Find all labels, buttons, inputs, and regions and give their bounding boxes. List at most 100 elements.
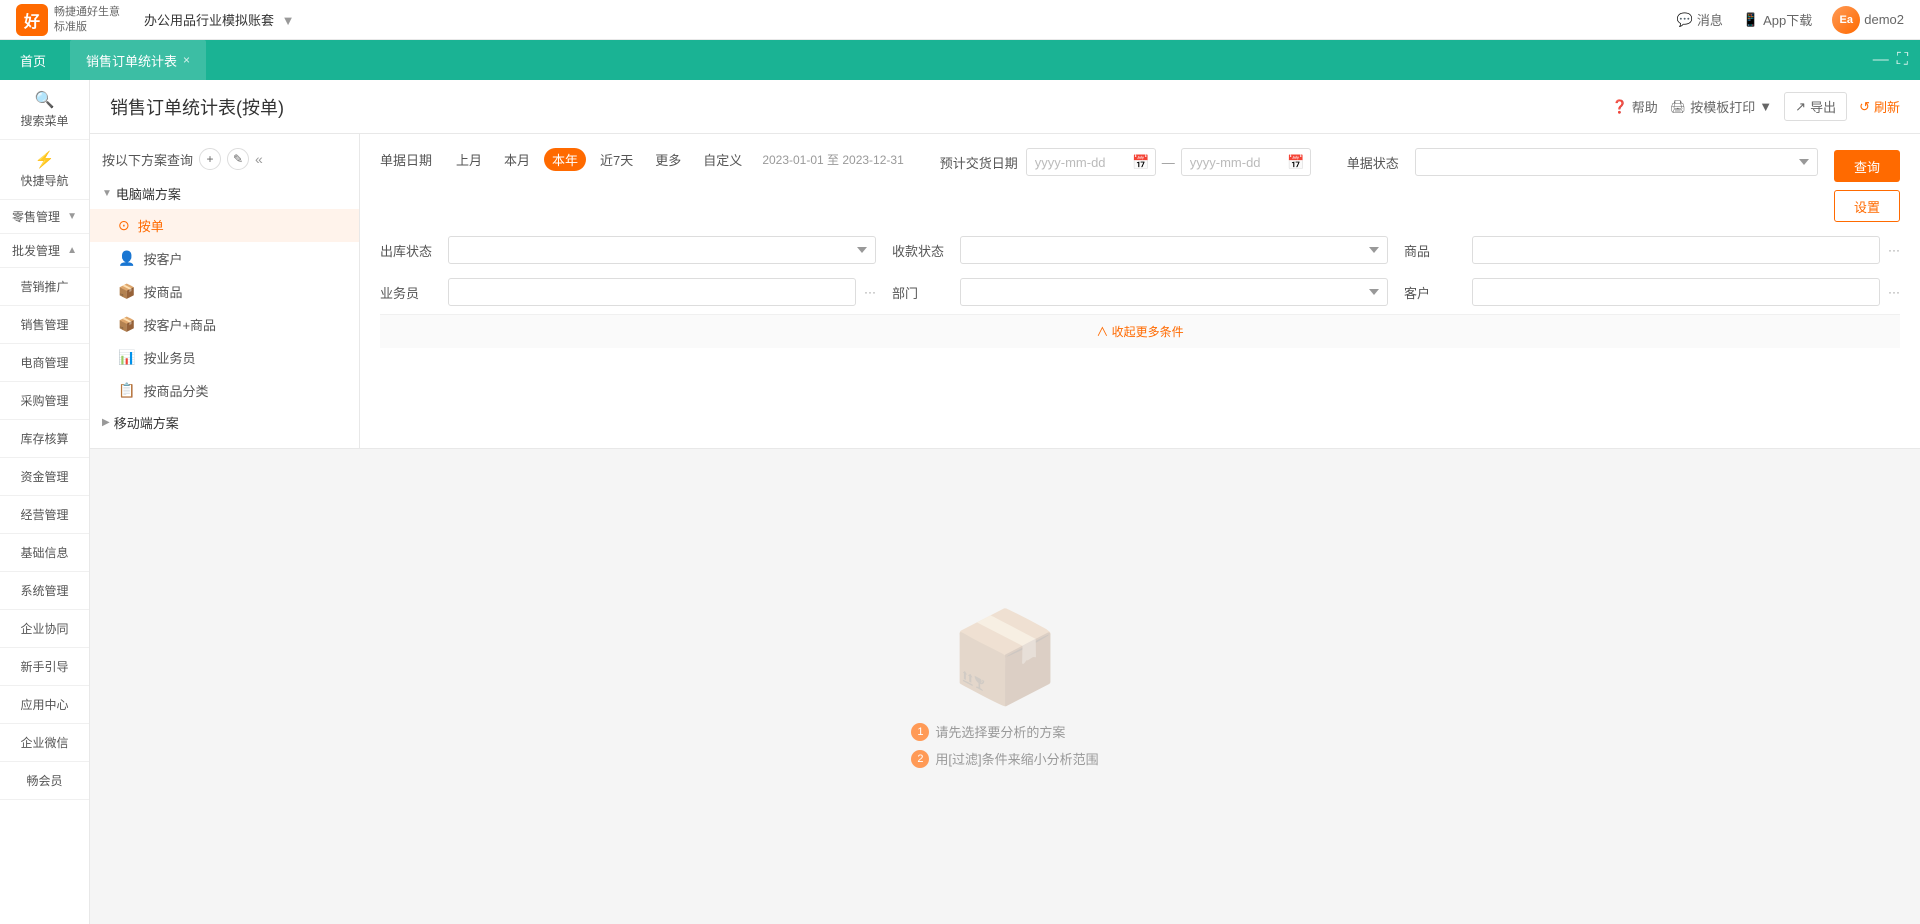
sidebar-item-sales[interactable]: 销售管理 — [0, 306, 89, 344]
right-filter: 单据日期 上月 本月 本年 近7天 更多 自定义 2023-01-01 至 20… — [360, 134, 1920, 448]
page-title: 销售订单统计表(按单) — [110, 94, 284, 120]
scheme-list: ▼ 电脑端方案 ⊙ 按单 👤 按客户 📦 — [90, 178, 359, 438]
collapse-panel-button[interactable]: « — [255, 151, 263, 167]
date-shortcut-lastmonth[interactable]: 上月 — [448, 148, 490, 171]
retail-arrow-icon: ▼ — [67, 211, 77, 222]
sidebar-item-enterprise[interactable]: 企业协同 — [0, 610, 89, 648]
logo-area: 好 畅捷通好生意 标准版 — [16, 4, 120, 36]
refresh-button[interactable]: ↺ 刷新 — [1859, 97, 1900, 116]
scheme-group-arrow-icon: ▼ — [102, 188, 112, 199]
empty-hint-2: 2 用[过滤]条件来缩小分析范围 — [911, 749, 1098, 768]
goods-input[interactable] — [1472, 236, 1880, 264]
print-dropdown-icon[interactable]: ▼ — [1759, 99, 1772, 114]
message-button[interactable]: 💬 消息 — [1677, 10, 1723, 29]
tab-bar-right: — ⛶ — [1873, 51, 1920, 69]
add-scheme-button[interactable]: + — [199, 148, 221, 170]
page-actions: ❓ 帮助 🖨 按模板打印 ▼ ↗ 导出 ↺ 刷新 — [1612, 92, 1900, 121]
export-button[interactable]: ↗ 导出 — [1784, 92, 1847, 121]
date-shortcuts: 上月 本月 本年 近7天 更多 自定义 2023-01-01 至 2023-12… — [448, 148, 904, 171]
scheme-mobile-arrow-icon: ▶ — [102, 417, 110, 428]
goods-label: 商品 — [1404, 241, 1464, 260]
doc-status-label: 单据状态 — [1347, 153, 1407, 172]
print-icon: 🖨 — [1670, 99, 1687, 115]
salesman-more-icon[interactable]: ··· — [864, 285, 876, 299]
page-header: 销售订单统计表(按单) ❓ 帮助 🖨 按模板打印 ▼ ↗ 导出 ↺ 刷新 — [90, 80, 1920, 134]
top-bar: 好 畅捷通好生意 标准版 办公用品行业模拟账套 ▼ 💬 消息 📱 App下载 E… — [0, 0, 1920, 40]
sidebar: 🔍 搜索菜单 ⚡ 快捷导航 零售管理 ▼ 批发管理 ▲ 营销推广 销售管理 电商… — [0, 80, 90, 924]
scheme-item-order[interactable]: ⊙ 按单 — [90, 209, 359, 242]
minimize-button[interactable]: — — [1873, 51, 1889, 69]
dept-select[interactable] — [960, 278, 1388, 306]
scheme-salesman-icon: 📊 — [118, 349, 135, 366]
payment-status-select[interactable] — [960, 236, 1388, 264]
tab-sales-order-stats[interactable]: 销售订单统计表 × — [70, 40, 206, 80]
scheme-customer-goods-icon: 📦 — [118, 316, 135, 333]
sidebar-item-appcenter[interactable]: 应用中心 — [0, 686, 89, 724]
logo-text: 畅捷通好生意 标准版 — [54, 5, 120, 34]
tab-home[interactable]: 首页 — [0, 40, 66, 80]
dept-label: 部门 — [892, 283, 952, 302]
app-title-arrow[interactable]: ▼ — [282, 13, 295, 28]
sidebar-item-retail[interactable]: 零售管理 ▼ — [0, 200, 89, 234]
sidebar-item-wechat[interactable]: 企业微信 — [0, 724, 89, 762]
customer-input[interactable] — [1472, 278, 1880, 306]
sidebar-item-basic[interactable]: 基础信息 — [0, 534, 89, 572]
ship-status-select[interactable] — [448, 236, 876, 264]
ship-status-label: 出库状态 — [380, 241, 440, 260]
main-layout: 🔍 搜索菜单 ⚡ 快捷导航 零售管理 ▼ 批发管理 ▲ 营销推广 销售管理 电商… — [0, 80, 1920, 924]
tab-close-button[interactable]: × — [183, 53, 190, 67]
user-menu[interactable]: Ea demo2 — [1832, 6, 1904, 34]
sidebar-item-system[interactable]: 系统管理 — [0, 572, 89, 610]
hint-num-2: 2 — [911, 750, 929, 768]
app-download-button[interactable]: 📱 App下载 — [1743, 10, 1812, 29]
query-button[interactable]: 查询 — [1834, 150, 1900, 182]
date-separator: — — [1162, 155, 1175, 170]
salesman-label: 业务员 — [380, 283, 440, 302]
scheme-group-mobile[interactable]: ▶ 移动端方案 — [90, 407, 359, 438]
sidebar-item-finance[interactable]: 资金管理 — [0, 458, 89, 496]
sidebar-item-marketing[interactable]: 营销推广 — [0, 268, 89, 306]
scheme-item-customer-goods[interactable]: 📦 按客户+商品 — [90, 308, 359, 341]
sidebar-item-ecommerce[interactable]: 电商管理 — [0, 344, 89, 382]
date-shortcut-thismonth[interactable]: 本月 — [496, 148, 538, 171]
sidebar-item-newuser[interactable]: 新手引导 — [0, 648, 89, 686]
date-range-display: 2023-01-01 至 2023-12-31 — [762, 151, 903, 168]
goods-more-icon[interactable]: ··· — [1888, 243, 1900, 257]
date-shortcut-custom[interactable]: 自定义 — [695, 148, 750, 171]
scheme-item-goods-category[interactable]: 📋 按商品分类 — [90, 374, 359, 407]
sidebar-item-member[interactable]: 畅会员 — [0, 762, 89, 800]
print-button[interactable]: 🖨 按模板打印 ▼ — [1670, 97, 1772, 116]
top-bar-left: 好 畅捷通好生意 标准版 办公用品行业模拟账套 ▼ — [16, 4, 295, 36]
wholesale-arrow-icon: ▲ — [67, 245, 77, 256]
search-icon: 🔍 — [35, 90, 55, 110]
refresh-icon: ↺ — [1859, 99, 1870, 115]
maximize-button[interactable]: ⛶ — [1897, 51, 1908, 69]
collapse-bar[interactable]: ∧ 收起更多条件 — [380, 314, 1900, 348]
calendar-end-icon: 📅 — [1287, 154, 1304, 171]
scheme-customer-icon: 👤 — [118, 250, 135, 267]
setting-button[interactable]: 设置 — [1834, 190, 1900, 222]
tab-bar: 首页 销售订单统计表 × — ⛶ — [0, 40, 1920, 80]
date-shortcut-more[interactable]: 更多 — [647, 148, 689, 171]
left-panel-header: 按以下方案查询 + ✎ « — [90, 144, 359, 178]
salesman-input[interactable] — [448, 278, 856, 306]
date-shortcut-thisyear[interactable]: 本年 — [544, 148, 586, 171]
sidebar-item-operations[interactable]: 经营管理 — [0, 496, 89, 534]
scheme-item-salesman[interactable]: 📊 按业务员 — [90, 341, 359, 374]
sidebar-item-wholesale[interactable]: 批发管理 ▲ — [0, 234, 89, 268]
doc-status-select[interactable] — [1415, 148, 1818, 176]
edit-scheme-button[interactable]: ✎ — [227, 148, 249, 170]
hint-num-1: 1 — [911, 723, 929, 741]
customer-more-icon[interactable]: ··· — [1888, 285, 1900, 299]
scheme-item-customer[interactable]: 👤 按客户 — [90, 242, 359, 275]
sidebar-item-purchase[interactable]: 采购管理 — [0, 382, 89, 420]
sidebar-item-search[interactable]: 🔍 搜索菜单 — [0, 80, 89, 140]
sidebar-item-inventory[interactable]: 库存核算 — [0, 420, 89, 458]
date-shortcut-7days[interactable]: 近7天 — [592, 148, 641, 171]
scheme-item-goods[interactable]: 📦 按商品 — [90, 275, 359, 308]
logo-icon: 好 — [16, 4, 48, 36]
scheme-group-pc[interactable]: ▼ 电脑端方案 — [90, 178, 359, 209]
sidebar-item-quicknav[interactable]: ⚡ 快捷导航 — [0, 140, 89, 200]
help-button[interactable]: ❓ 帮助 — [1612, 97, 1658, 116]
empty-illustration: 📦 — [949, 605, 1061, 710]
